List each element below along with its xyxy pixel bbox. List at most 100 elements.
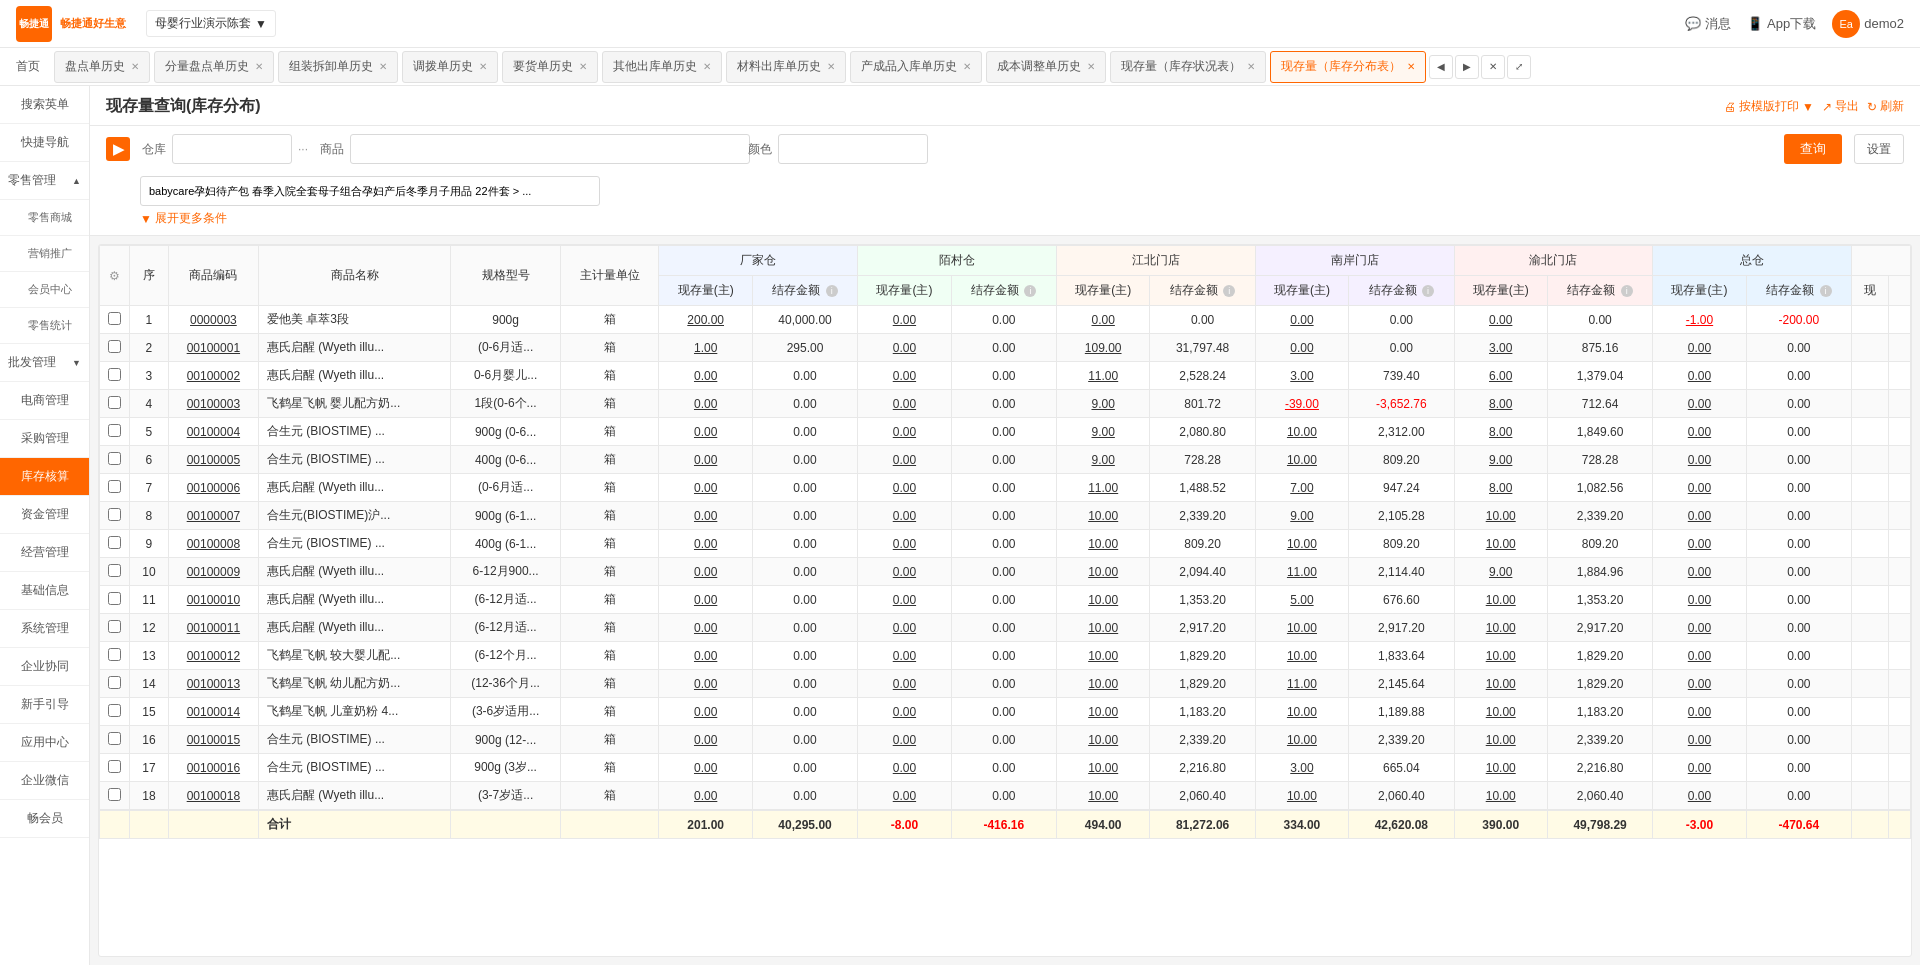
tab-6[interactable]: 其他出库单历史 ✕ — [602, 51, 722, 83]
cell-w4-qty[interactable]: 10.00 — [1255, 530, 1348, 558]
info-icon[interactable]: i — [826, 285, 838, 297]
tab-maximize-btn[interactable]: ⤢ — [1507, 55, 1531, 79]
close-icon[interactable]: ✕ — [379, 61, 387, 72]
cell-checkbox[interactable] — [100, 502, 130, 530]
cell-w5-qty[interactable]: 10.00 — [1454, 782, 1547, 811]
cell-w3-qty[interactable]: 9.00 — [1056, 418, 1149, 446]
cell-w4-qty[interactable]: 10.00 — [1255, 782, 1348, 811]
cell-w5-qty[interactable]: 6.00 — [1454, 362, 1547, 390]
cell-w2-qty[interactable]: 0.00 — [858, 418, 951, 446]
cell-checkbox[interactable] — [100, 306, 130, 334]
close-icon[interactable]: ✕ — [827, 61, 835, 72]
cell-w1-qty[interactable]: 0.00 — [659, 670, 752, 698]
sidebar-item-inventory[interactable]: 库存核算 — [0, 458, 89, 496]
cell-w4-qty[interactable]: 11.00 — [1255, 670, 1348, 698]
cell-code[interactable]: 00100001 — [168, 334, 258, 362]
cell-w3-qty[interactable]: 11.00 — [1056, 362, 1149, 390]
cell-w2-qty[interactable]: 0.00 — [858, 670, 951, 698]
sidebar-item-system[interactable]: 系统管理 — [0, 610, 89, 648]
cell-w5-qty[interactable]: 10.00 — [1454, 754, 1547, 782]
cell-checkbox[interactable] — [100, 726, 130, 754]
tab-home[interactable]: 首页 — [4, 58, 52, 75]
sidebar-item-purchase[interactable]: 采购管理 — [0, 420, 89, 458]
cell-total-qty[interactable]: 0.00 — [1653, 726, 1746, 754]
tab-5[interactable]: 要货单历史 ✕ — [502, 51, 598, 83]
cell-w3-qty[interactable]: 10.00 — [1056, 502, 1149, 530]
tab-1[interactable]: 盘点单历史 ✕ — [54, 51, 150, 83]
sidebar-item-member[interactable]: 会员中心 — [0, 272, 89, 308]
cell-w4-qty[interactable]: 11.00 — [1255, 558, 1348, 586]
cell-w3-qty[interactable]: 10.00 — [1056, 670, 1149, 698]
cell-code[interactable]: 00100003 — [168, 390, 258, 418]
cell-w4-qty[interactable]: 3.00 — [1255, 754, 1348, 782]
cell-total-qty[interactable]: 0.00 — [1653, 698, 1746, 726]
cell-code[interactable]: 00100002 — [168, 362, 258, 390]
cell-w1-qty[interactable]: 0.00 — [659, 446, 752, 474]
cell-w3-qty[interactable]: 9.00 — [1056, 446, 1149, 474]
cell-w4-qty[interactable]: 10.00 — [1255, 642, 1348, 670]
cell-w5-qty[interactable]: 10.00 — [1454, 502, 1547, 530]
cell-w5-qty[interactable]: 10.00 — [1454, 698, 1547, 726]
info-icon[interactable]: i — [1621, 285, 1633, 297]
cell-code[interactable]: 0000003 — [168, 306, 258, 334]
cell-w4-qty[interactable]: 9.00 — [1255, 502, 1348, 530]
cell-code[interactable]: 00100007 — [168, 502, 258, 530]
cell-code[interactable]: 00100009 — [168, 558, 258, 586]
close-icon[interactable]: ✕ — [1087, 61, 1095, 72]
cell-w5-qty[interactable]: 0.00 — [1454, 306, 1547, 334]
cell-w4-qty[interactable]: 5.00 — [1255, 586, 1348, 614]
close-icon[interactable]: ✕ — [963, 61, 971, 72]
warehouse-input[interactable] — [172, 134, 292, 164]
close-icon[interactable]: ✕ — [1247, 61, 1255, 72]
cell-checkbox[interactable] — [100, 614, 130, 642]
cell-code[interactable]: 00100004 — [168, 418, 258, 446]
cell-checkbox[interactable] — [100, 782, 130, 811]
cell-w2-qty[interactable]: 0.00 — [858, 306, 951, 334]
cell-w1-qty[interactable]: 0.00 — [659, 502, 752, 530]
cell-total-qty[interactable]: 0.00 — [1653, 782, 1746, 811]
info-icon[interactable]: i — [1820, 285, 1832, 297]
cell-checkbox[interactable] — [100, 446, 130, 474]
cell-total-qty[interactable]: 0.00 — [1653, 446, 1746, 474]
export-btn[interactable]: ↗ 导出 — [1822, 98, 1859, 115]
cell-code[interactable]: 00100018 — [168, 782, 258, 811]
tab-prev-btn[interactable]: ◀ — [1429, 55, 1453, 79]
cell-w3-qty[interactable]: 10.00 — [1056, 530, 1149, 558]
cell-total-qty[interactable]: 0.00 — [1653, 614, 1746, 642]
cell-code[interactable]: 00100006 — [168, 474, 258, 502]
cell-total-qty[interactable]: -1.00 — [1653, 306, 1746, 334]
cell-code[interactable]: 00100014 — [168, 698, 258, 726]
cell-w2-qty[interactable]: 0.00 — [858, 362, 951, 390]
cell-total-qty[interactable]: 0.00 — [1653, 642, 1746, 670]
cell-checkbox[interactable] — [100, 334, 130, 362]
cell-w5-qty[interactable]: 10.00 — [1454, 586, 1547, 614]
col-gear[interactable]: ⚙ — [100, 246, 130, 306]
cell-w2-qty[interactable]: 0.00 — [858, 698, 951, 726]
cell-checkbox[interactable] — [100, 698, 130, 726]
cell-checkbox[interactable] — [100, 642, 130, 670]
cell-w5-qty[interactable]: 9.00 — [1454, 446, 1547, 474]
cell-checkbox[interactable] — [100, 474, 130, 502]
cell-checkbox[interactable] — [100, 418, 130, 446]
cell-w3-qty[interactable]: 11.00 — [1056, 474, 1149, 502]
tab-2[interactable]: 分量盘点单历史 ✕ — [154, 51, 274, 83]
cell-w5-qty[interactable]: 10.00 — [1454, 614, 1547, 642]
cell-code[interactable]: 00100013 — [168, 670, 258, 698]
cell-w2-qty[interactable]: 0.00 — [858, 782, 951, 811]
cell-w5-qty[interactable]: 8.00 — [1454, 390, 1547, 418]
cell-w1-qty[interactable]: 0.00 — [659, 418, 752, 446]
sidebar-item-retail-store[interactable]: 零售商城 — [0, 200, 89, 236]
info-icon[interactable]: i — [1024, 285, 1036, 297]
cell-w3-qty[interactable]: 9.00 — [1056, 390, 1149, 418]
cell-code[interactable]: 00100010 — [168, 586, 258, 614]
cell-w5-qty[interactable]: 8.00 — [1454, 418, 1547, 446]
tab-10[interactable]: 现存量（库存状况表） ✕ — [1110, 51, 1266, 83]
tab-8[interactable]: 产成品入库单历史 ✕ — [850, 51, 982, 83]
cell-w1-qty[interactable]: 0.00 — [659, 726, 752, 754]
sidebar-item-wechat[interactable]: 企业微信 — [0, 762, 89, 800]
sidebar-item-search[interactable]: 搜索英单 — [0, 86, 89, 124]
cell-w4-qty[interactable]: 10.00 — [1255, 698, 1348, 726]
cell-w2-qty[interactable]: 0.00 — [858, 558, 951, 586]
print-btn[interactable]: 🖨 按模版打印 ▼ — [1724, 98, 1814, 115]
cell-w3-qty[interactable]: 10.00 — [1056, 726, 1149, 754]
